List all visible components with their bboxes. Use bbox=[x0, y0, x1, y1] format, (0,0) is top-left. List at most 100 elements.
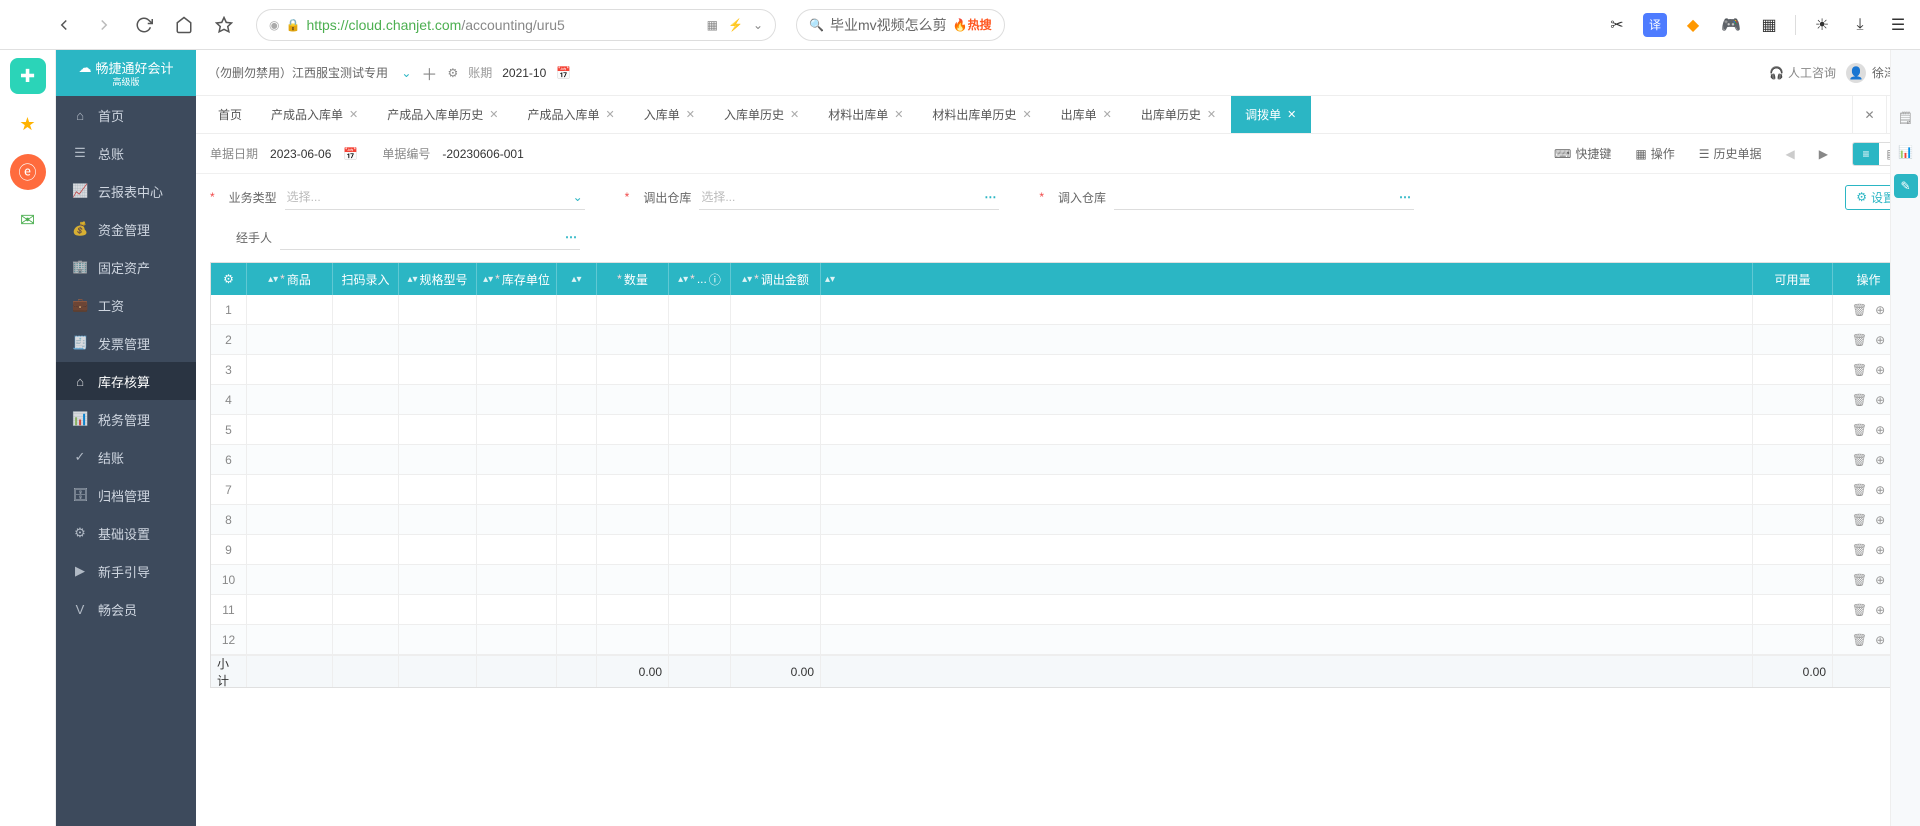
tab-2[interactable]: 产成品入库单历史✕ bbox=[373, 96, 513, 133]
delete-row-icon[interactable]: 🗑 bbox=[1852, 363, 1867, 377]
cell-qty[interactable] bbox=[597, 415, 669, 444]
cell-qty[interactable] bbox=[597, 295, 669, 324]
cell-product[interactable] bbox=[247, 325, 333, 354]
launcher-app-1[interactable]: ✚ bbox=[10, 58, 46, 94]
tab-close-icon[interactable]: ✕ bbox=[1207, 108, 1216, 121]
operate-button[interactable]: ▦操作 bbox=[1629, 145, 1680, 162]
delete-row-icon[interactable]: 🗑 bbox=[1852, 543, 1867, 557]
cell-amount[interactable] bbox=[731, 625, 821, 654]
delete-row-icon[interactable]: 🗑 bbox=[1852, 393, 1867, 407]
cell-spec[interactable] bbox=[399, 535, 477, 564]
cell-spec[interactable] bbox=[399, 625, 477, 654]
game-icon[interactable]: 🎮 bbox=[1719, 13, 1743, 37]
cell-scan[interactable] bbox=[333, 445, 399, 474]
launcher-app-4[interactable]: ✉ bbox=[10, 202, 46, 238]
add-row-icon[interactable]: ⊕ bbox=[1875, 543, 1885, 557]
sidebar-item-1[interactable]: ☰总账 bbox=[56, 134, 196, 172]
cell-qty[interactable] bbox=[597, 625, 669, 654]
add-row-icon[interactable]: ⊕ bbox=[1875, 573, 1885, 587]
bolt-icon[interactable]: ⚡ bbox=[728, 18, 743, 32]
info-icon[interactable]: ⓘ bbox=[709, 271, 721, 288]
sidebar-item-4[interactable]: 🏢固定资产 bbox=[56, 248, 196, 286]
sidebar-item-3[interactable]: 💰资金管理 bbox=[56, 210, 196, 248]
tab-3[interactable]: 产成品入库单✕ bbox=[513, 96, 629, 133]
cell-spec[interactable] bbox=[399, 445, 477, 474]
add-row-icon[interactable]: ⊕ bbox=[1875, 333, 1885, 347]
cell-scan[interactable] bbox=[333, 595, 399, 624]
add-row-icon[interactable]: ⊕ bbox=[1875, 423, 1885, 437]
reload-button[interactable] bbox=[128, 9, 160, 41]
col-config[interactable]: ⚙ bbox=[211, 263, 247, 295]
cell-qty[interactable] bbox=[597, 475, 669, 504]
cell-qty[interactable] bbox=[597, 565, 669, 594]
cell-unit[interactable] bbox=[477, 475, 557, 504]
cell-amount[interactable] bbox=[731, 355, 821, 384]
cell-scan[interactable] bbox=[333, 295, 399, 324]
cell-scan[interactable] bbox=[333, 355, 399, 384]
cell-scan[interactable] bbox=[333, 505, 399, 534]
cell-unit[interactable] bbox=[477, 385, 557, 414]
close-all-tabs-button[interactable]: ✕ bbox=[1852, 96, 1886, 133]
cell-price[interactable] bbox=[669, 565, 731, 594]
bill-date-value[interactable]: 2023-06-06 bbox=[270, 147, 331, 161]
add-row-icon[interactable]: ⊕ bbox=[1875, 363, 1885, 377]
add-row-icon[interactable]: ⊕ bbox=[1875, 453, 1885, 467]
sidebar-item-8[interactable]: 📊税务管理 bbox=[56, 400, 196, 438]
favorite-button[interactable] bbox=[208, 9, 240, 41]
cell-unit[interactable] bbox=[477, 325, 557, 354]
cell-amount[interactable] bbox=[731, 445, 821, 474]
col-qty[interactable]: *数量 bbox=[597, 263, 669, 295]
cell-scan[interactable] bbox=[333, 385, 399, 414]
col-scan[interactable]: 扫码录入 bbox=[333, 263, 399, 295]
cell-price[interactable] bbox=[669, 415, 731, 444]
cell-dots[interactable] bbox=[557, 535, 597, 564]
delete-row-icon[interactable]: 🗑 bbox=[1852, 573, 1867, 587]
cell-spec[interactable] bbox=[399, 505, 477, 534]
rail-stats-icon[interactable]: 📊 bbox=[1894, 140, 1918, 164]
cell-spec[interactable] bbox=[399, 475, 477, 504]
cell-unit[interactable] bbox=[477, 295, 557, 324]
tab-6[interactable]: 材料出库单✕ bbox=[814, 96, 918, 133]
cell-amount[interactable] bbox=[731, 505, 821, 534]
tab-8[interactable]: 出库单✕ bbox=[1047, 96, 1127, 133]
sidebar-item-10[interactable]: 🗄归档管理 bbox=[56, 476, 196, 514]
cell-amount[interactable] bbox=[731, 415, 821, 444]
cell-scan[interactable] bbox=[333, 565, 399, 594]
back-button[interactable] bbox=[48, 9, 80, 41]
cell-dots[interactable] bbox=[557, 355, 597, 384]
period-value[interactable]: 2021-10 bbox=[502, 66, 546, 80]
cell-qty[interactable] bbox=[597, 595, 669, 624]
wallet-icon[interactable]: ◆ bbox=[1681, 13, 1705, 37]
cell-amount[interactable] bbox=[731, 595, 821, 624]
table-row[interactable]: 6🗑⊕ bbox=[211, 445, 1905, 475]
add-row-icon[interactable]: ⊕ bbox=[1875, 393, 1885, 407]
cell-spec[interactable] bbox=[399, 385, 477, 414]
search-box[interactable]: 🔍 毕业mv视频怎么剪 🔥热搜 bbox=[796, 9, 1005, 41]
tab-close-icon[interactable]: ✕ bbox=[1287, 108, 1296, 121]
cell-dots[interactable] bbox=[557, 385, 597, 414]
col-product[interactable]: ▴▾*商品 bbox=[247, 263, 333, 295]
cell-unit[interactable] bbox=[477, 415, 557, 444]
cell-spec[interactable] bbox=[399, 325, 477, 354]
cell-product[interactable] bbox=[247, 565, 333, 594]
cell-dots[interactable] bbox=[557, 415, 597, 444]
cell-product[interactable] bbox=[247, 295, 333, 324]
qr-icon[interactable]: ▦ bbox=[707, 18, 718, 32]
table-row[interactable]: 10🗑⊕ bbox=[211, 565, 1905, 595]
add-row-icon[interactable]: ⊕ bbox=[1875, 603, 1885, 617]
tab-close-icon[interactable]: ✕ bbox=[790, 108, 799, 121]
org-selector[interactable]: （勿删勿禁用）江西服宝测试专用 ⌄ bbox=[208, 64, 411, 81]
sidebar-item-5[interactable]: 💼工资 bbox=[56, 286, 196, 324]
tab-close-icon[interactable]: ✕ bbox=[1022, 108, 1031, 121]
cell-product[interactable] bbox=[247, 595, 333, 624]
cell-qty[interactable] bbox=[597, 445, 669, 474]
view-list-button[interactable]: ≡ bbox=[1853, 143, 1879, 165]
cell-unit[interactable] bbox=[477, 565, 557, 594]
cell-price[interactable] bbox=[669, 445, 731, 474]
sidebar-item-12[interactable]: ▶新手引导 bbox=[56, 552, 196, 590]
apps-icon[interactable]: ▦ bbox=[1757, 13, 1781, 37]
add-button[interactable]: ＋ bbox=[421, 61, 437, 85]
tab-close-icon[interactable]: ✕ bbox=[606, 108, 615, 121]
tab-close-icon[interactable]: ✕ bbox=[686, 108, 695, 121]
cell-price[interactable] bbox=[669, 535, 731, 564]
